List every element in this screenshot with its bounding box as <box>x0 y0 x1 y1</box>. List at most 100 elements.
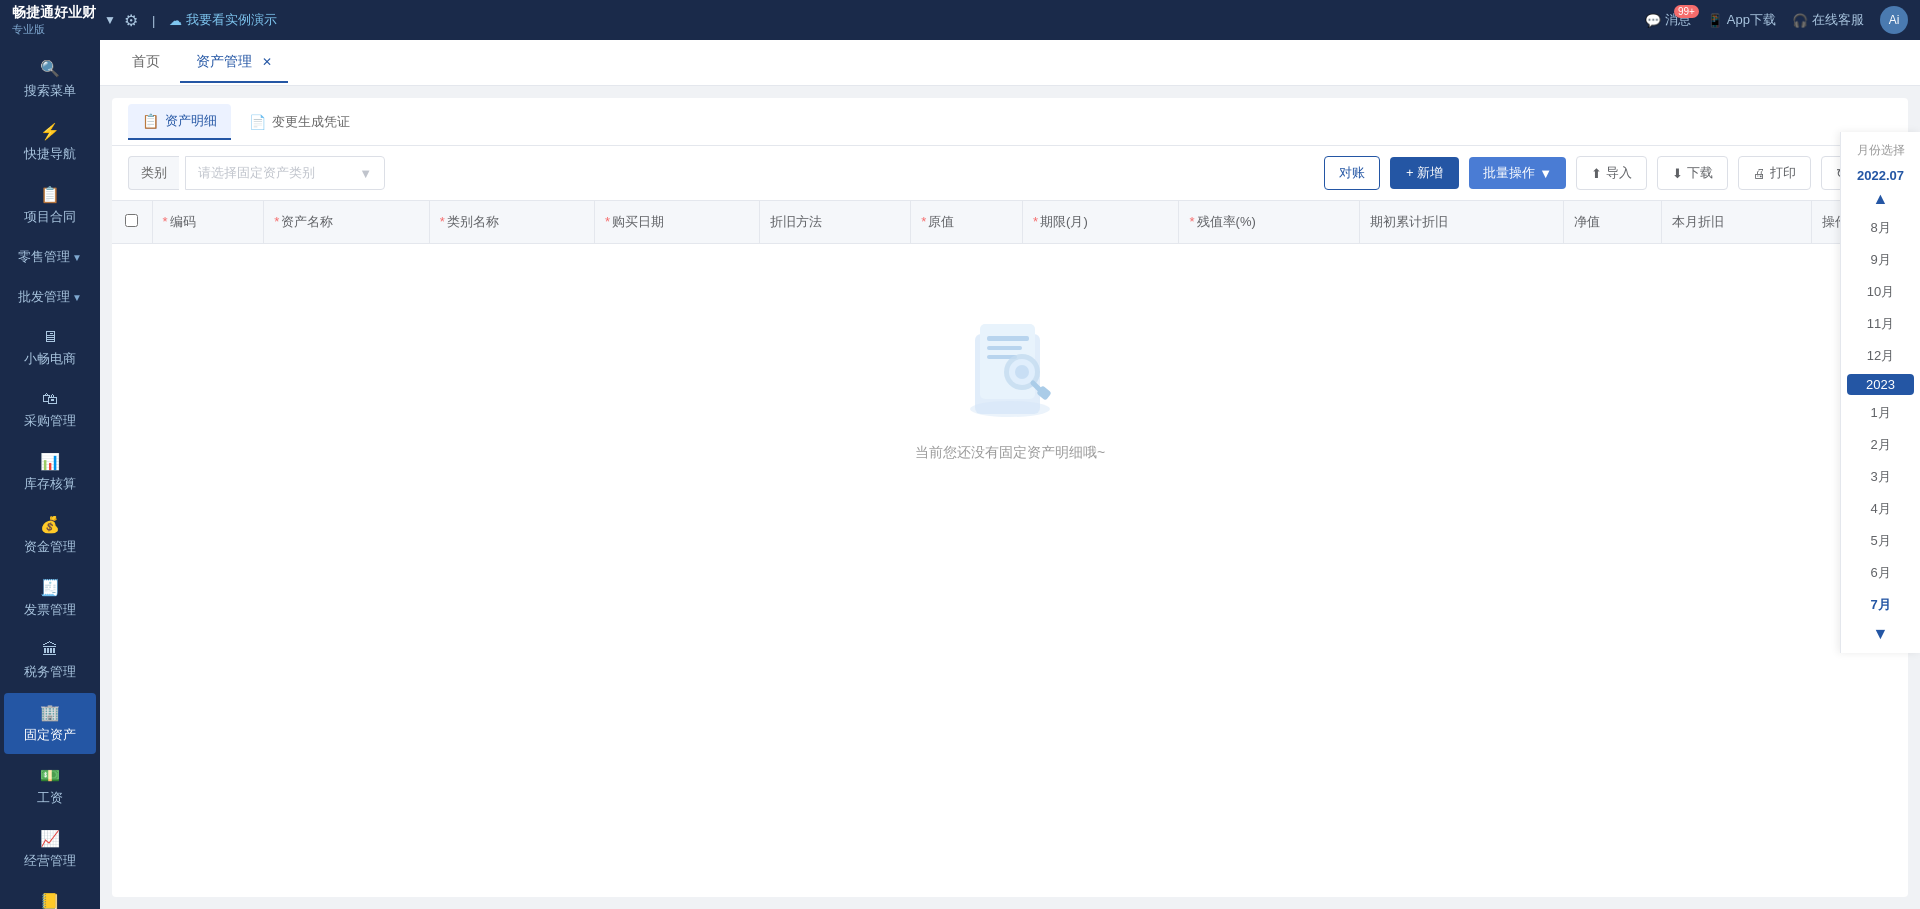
current-year-display: 2022.07 <box>1841 165 1920 186</box>
message-badge: 99+ <box>1674 5 1699 18</box>
print-btn[interactable]: 🖨 打印 <box>1738 156 1811 190</box>
svg-rect-3 <box>987 336 1029 341</box>
wholesale-arrow-icon: ▼ <box>72 292 82 303</box>
sidebar-item-operations[interactable]: 📈 经营管理 <box>4 819 96 880</box>
app-name-block: 畅捷通好业财 专业版 <box>12 4 96 37</box>
th-checkbox <box>112 201 152 244</box>
settings-icon-btn[interactable]: ⚙ <box>124 11 138 30</box>
inventory-icon: 📊 <box>40 452 60 471</box>
th-original-value: *原值 <box>911 201 1023 244</box>
import-btn[interactable]: ⬆ 导入 <box>1576 156 1647 190</box>
online-service-label: 在线客服 <box>1812 11 1864 29</box>
print-icon: 🖨 <box>1753 166 1766 181</box>
payroll-icon: 💵 <box>40 766 60 785</box>
change-voucher-tab-label: 变更生成凭证 <box>272 113 350 131</box>
ecom-icon: 🖥 <box>42 328 58 346</box>
month-item-3[interactable]: 3月 <box>1841 461 1920 493</box>
month-item-12[interactable]: 12月 <box>1841 340 1920 372</box>
online-service-btn[interactable]: 🎧 在线客服 <box>1792 11 1864 29</box>
svg-point-8 <box>1015 365 1029 379</box>
sidebar-item-project-contract[interactable]: 📋 项目合同 <box>4 175 96 236</box>
month-item-5[interactable]: 5月 <box>1841 525 1920 557</box>
sidebar-label-ecom: 小畅电商 <box>24 350 76 368</box>
print-label: 打印 <box>1770 164 1796 182</box>
month-item-10[interactable]: 10月 <box>1841 276 1920 308</box>
month-item-7[interactable]: 7月 <box>1841 589 1920 621</box>
retail-label: 零售管理 <box>18 248 70 266</box>
app-download-btn[interactable]: 📱 App下载 <box>1707 11 1776 29</box>
demo-text: 我要看实例演示 <box>186 11 277 29</box>
sidebar-label-operations: 经营管理 <box>24 852 76 870</box>
category-placeholder: 请选择固定资产类别 <box>198 164 355 182</box>
import-icon: ⬆ <box>1591 166 1602 181</box>
sub-tab-change-voucher[interactable]: 📄 变更生成凭证 <box>235 105 364 139</box>
user-avatar[interactable]: Ai <box>1880 6 1908 34</box>
month-item-6[interactable]: 6月 <box>1841 557 1920 589</box>
sidebar-item-search-menu[interactable]: 🔍 搜索菜单 <box>4 49 96 110</box>
asset-detail-tab-icon: 📋 <box>142 113 159 129</box>
sidebar-label-search-menu: 搜索菜单 <box>24 82 76 100</box>
category-select: 类别 请选择固定资产类别 ▼ <box>128 156 385 190</box>
sidebar-item-quick-nav[interactable]: ⚡ 快捷导航 <box>4 112 96 173</box>
table-header-row: *编码 *资产名称 *类别名称 *购买日期 <box>112 201 1908 244</box>
table-wrapper: *编码 *资产名称 *类别名称 *购买日期 <box>112 201 1908 897</box>
th-purchase-date: *购买日期 <box>595 201 760 244</box>
asset-table: *编码 *资产名称 *类别名称 *购买日期 <box>112 201 1908 244</box>
purchase-icon: 🛍 <box>42 390 58 408</box>
sidebar-label-inventory: 库存核算 <box>24 475 76 493</box>
add-btn[interactable]: + 新增 <box>1390 157 1459 189</box>
sub-tabs: 📋 资产明细 📄 变更生成凭证 <box>112 98 1908 146</box>
tab-asset-mgmt[interactable]: 资产管理 ✕ <box>180 43 288 83</box>
sidebar-item-inventory[interactable]: 📊 库存核算 <box>4 442 96 503</box>
wholesale-label: 批发管理 <box>18 288 70 306</box>
download-btn[interactable]: ⬇ 下载 <box>1657 156 1728 190</box>
sidebar-item-retail[interactable]: 零售管理 ▼ <box>4 238 96 276</box>
sidebar-item-ecom[interactable]: 🖥 小畅电商 <box>4 318 96 378</box>
inner-panel: 📋 资产明细 📄 变更生成凭证 类别 请选择固定资产类别 ▼ <box>112 98 1908 897</box>
empty-text: 当前您还没有固定资产明细哦~ <box>915 444 1105 462</box>
company-dropdown-btn[interactable]: ▼ <box>104 13 116 27</box>
demo-link[interactable]: ☁ 我要看实例演示 <box>169 11 277 29</box>
month-item-9[interactable]: 9月 <box>1841 244 1920 276</box>
month-down-arrow[interactable]: ▼ <box>1869 621 1893 647</box>
fund-icon: 💰 <box>40 515 60 534</box>
month-item-4[interactable]: 4月 <box>1841 493 1920 525</box>
th-accum-depr: 期初累计折旧 <box>1359 201 1564 244</box>
reconcile-btn[interactable]: 对账 <box>1324 156 1380 190</box>
sidebar-item-invoice[interactable]: 🧾 发票管理 <box>4 568 96 629</box>
tab-close-icon[interactable]: ✕ <box>262 55 272 69</box>
month-picker-panel: 月份选择 2022.07 ▲ 8月 9月 10月 11月 12月 2023 1月… <box>1840 132 1920 653</box>
sidebar-item-fixed-assets[interactable]: 🏢 固定资产 <box>4 693 96 754</box>
tab-asset-mgmt-label: 资产管理 <box>196 53 252 71</box>
fixed-assets-icon: 🏢 <box>40 703 60 722</box>
reconcile-label: 对账 <box>1339 164 1365 182</box>
select-all-checkbox[interactable] <box>125 214 138 227</box>
tab-home[interactable]: 首页 <box>116 43 176 83</box>
sidebar-item-payroll[interactable]: 💵 工资 <box>4 756 96 817</box>
month-item-1[interactable]: 1月 <box>1841 397 1920 429</box>
app-download-label: App下载 <box>1727 11 1776 29</box>
sidebar-item-tax[interactable]: 🏛 税务管理 <box>4 631 96 691</box>
app-subtitle: 专业版 <box>12 22 96 37</box>
month-item-2[interactable]: 2月 <box>1841 429 1920 461</box>
batch-arrow-icon: ▼ <box>1539 166 1552 181</box>
sub-tab-asset-detail[interactable]: 📋 资产明细 <box>128 104 231 140</box>
month-up-arrow[interactable]: ▲ <box>1869 186 1893 212</box>
sidebar-label-payroll: 工资 <box>37 789 63 807</box>
sidebar-item-wholesale[interactable]: 批发管理 ▼ <box>4 278 96 316</box>
sidebar-item-general-ledger[interactable]: 📒 总账管理 <box>4 882 96 909</box>
month-item-8[interactable]: 8月 <box>1841 212 1920 244</box>
ledger-icon: 📒 <box>40 892 60 909</box>
sidebar: 🔍 搜索菜单 ⚡ 快捷导航 📋 项目合同 零售管理 ▼ 批发管理 ▼ 🖥 小畅电… <box>0 40 100 909</box>
sidebar-item-fund[interactable]: 💰 资金管理 <box>4 505 96 566</box>
demo-icon: ☁ <box>169 13 182 28</box>
message-btn[interactable]: 💬 消息 99+ <box>1645 11 1691 29</box>
sidebar-label-quick-nav: 快捷导航 <box>24 145 76 163</box>
category-label: 类别 <box>128 156 179 190</box>
month-item-11[interactable]: 11月 <box>1841 308 1920 340</box>
sidebar-item-purchase[interactable]: 🛍 采购管理 <box>4 380 96 440</box>
category-dropdown[interactable]: 请选择固定资产类别 ▼ <box>185 156 385 190</box>
batch-btn[interactable]: 批量操作 ▼ <box>1469 157 1566 189</box>
top-bar: 畅捷通好业财 专业版 ▼ ⚙ | ☁ 我要看实例演示 💬 消息 99+ 📱 Ap… <box>0 0 1920 40</box>
th-depr-method: 折旧方法 <box>760 201 911 244</box>
